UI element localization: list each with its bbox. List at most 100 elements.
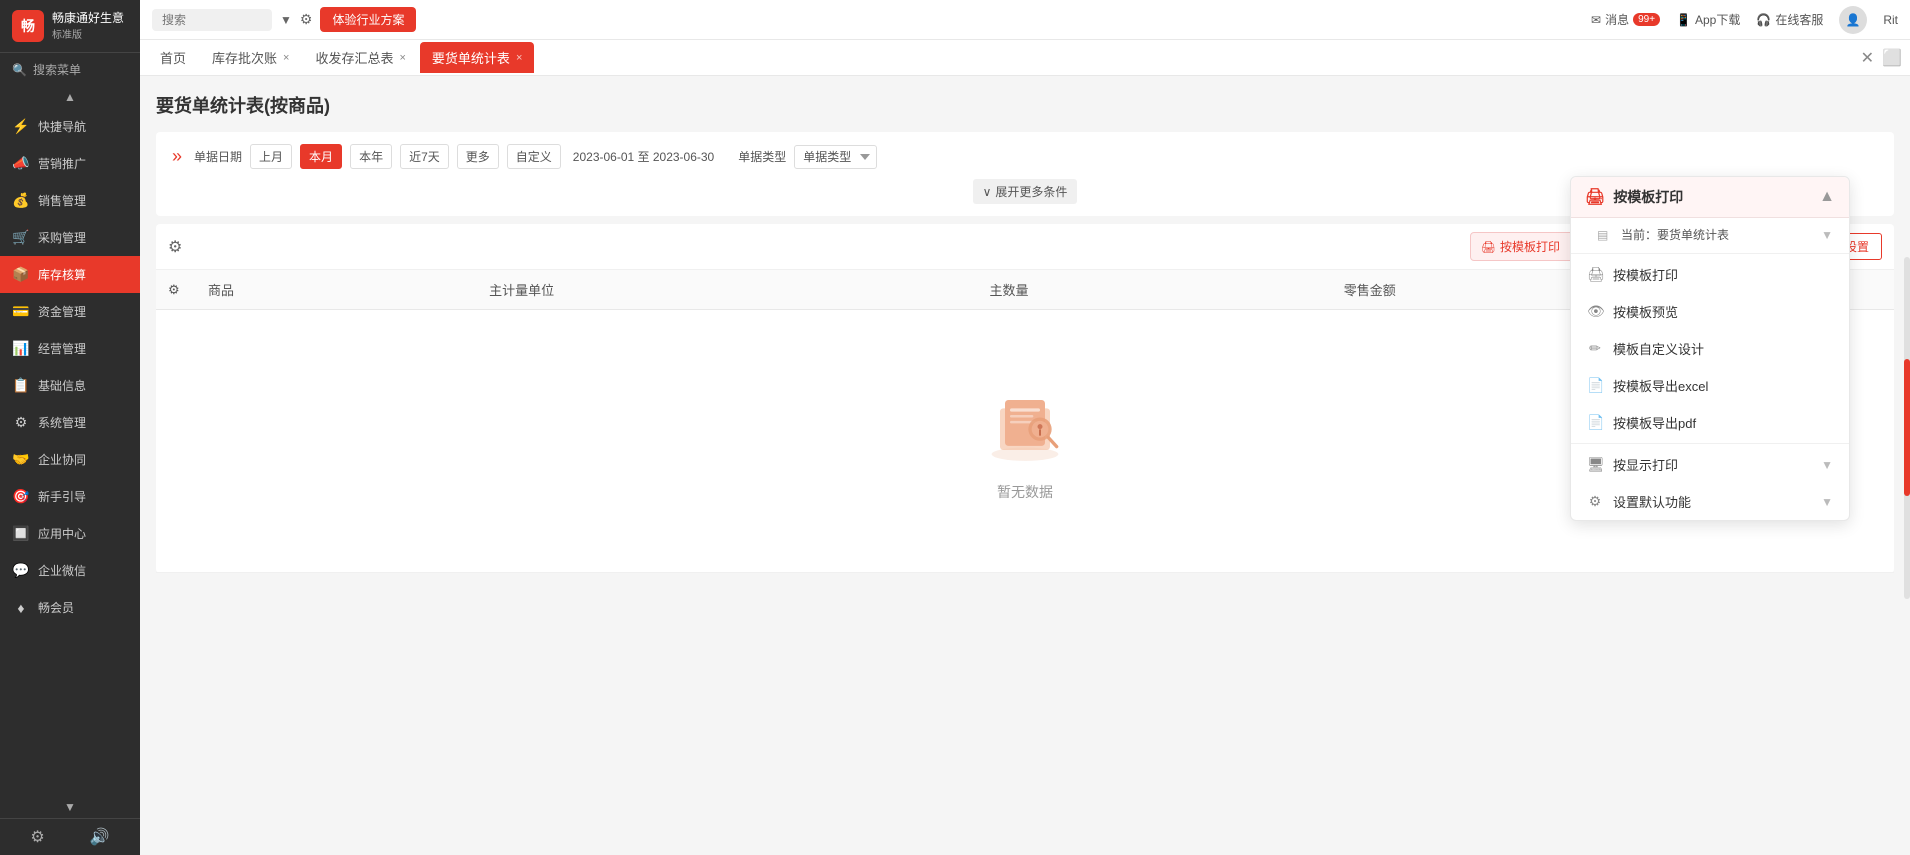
empty-illustration [975, 380, 1075, 470]
username-label[interactable]: Rit [1883, 13, 1898, 27]
message-icon: ✉ [1591, 13, 1601, 27]
app-badge: 标准版 [52, 26, 124, 41]
sidebar-item-zijin[interactable]: 💳 资金管理 [0, 293, 140, 330]
dropdown-print-icon: 🖨 [1585, 187, 1605, 207]
app-name: 畅康通好生意 [52, 11, 124, 27]
nav-icon-weixin: 💬 [12, 562, 30, 579]
sidebar-scroll-up[interactable]: ▲ [0, 86, 140, 108]
dropdown-collapse-arrow[interactable]: ▲ [1819, 188, 1835, 206]
print-dropdown-menu: 🖨 按模板打印 ▲ ▤ 当前：要货单统计表 ▼ 🖨 按模板打印 👁 按模板预览 [1570, 176, 1850, 521]
close-window-icon[interactable]: ✕ [1861, 48, 1874, 68]
sidebar-item-yingxiao[interactable]: 📣 营销推广 [0, 145, 140, 182]
app-download-button[interactable]: 📱 App下载 [1676, 11, 1740, 28]
topbar-dropdown-icon[interactable]: ▼ [280, 13, 292, 27]
logo-icon: 畅 [12, 10, 44, 42]
tab-close-shoufa[interactable]: × [399, 52, 405, 64]
date-btn-last-month[interactable]: 上月 [250, 144, 292, 169]
header-gear-icon[interactable]: ⚙ [168, 282, 180, 297]
tab-kucun[interactable]: 库存批次账 × [200, 42, 301, 73]
sound-footer-icon[interactable]: 🔊 [90, 827, 110, 847]
tab-close-kucun[interactable]: × [283, 52, 289, 64]
nav-icon-xinshou: 🎯 [12, 488, 30, 505]
tab-close-yaohuo[interactable]: × [516, 52, 522, 64]
nav-icon-kuaijie: ⚡ [12, 118, 30, 135]
date-btn-this-year[interactable]: 本年 [350, 144, 392, 169]
dropdown-item-preview[interactable]: 👁 按模板预览 [1571, 293, 1849, 330]
filter-row-1: » 单据日期 上月 本月 本年 近7天 更多 自定义 2023-06-01 至 … [168, 144, 1882, 169]
window-controls: ✕ ⬜ [1861, 48, 1902, 68]
topbar-search-input[interactable] [152, 9, 272, 31]
service-icon: 🎧 [1756, 13, 1771, 27]
sidebar-item-jingying[interactable]: 📊 经营管理 [0, 330, 140, 367]
tab-yaohuo[interactable]: 要货单统计表 × [420, 42, 534, 73]
tab-home[interactable]: 首页 [148, 42, 198, 73]
dropdown-header: 🖨 按模板打印 ▲ [1571, 177, 1849, 218]
th-quantity: 主数量 [978, 270, 1332, 310]
sidebar-item-yingyong[interactable]: 🔲 应用中心 [0, 515, 140, 552]
item-pdf-icon: 📄 [1587, 414, 1603, 431]
nav-icon-yingyong: 🔲 [12, 525, 30, 542]
sidebar-item-qiye[interactable]: 🤝 企业协同 [0, 441, 140, 478]
settings-footer-icon[interactable]: ⚙ [30, 827, 44, 847]
dropdown-item-default-func[interactable]: ⚙ 设置默认功能 ▼ [1571, 483, 1849, 520]
sidebar-search[interactable]: 🔍 搜索菜单 [0, 53, 140, 86]
filter-expand-button[interactable]: » [168, 146, 186, 167]
topbar-gear-icon[interactable]: ⚙ [300, 11, 313, 28]
item-custom-icon: ✏ [1587, 340, 1603, 357]
sidebar-item-xiaoshou[interactable]: 💰 销售管理 [0, 182, 140, 219]
main-content: ▼ ⚙ 体验行业方案 ✉ 消息 99+ 📱 App下载 🎧 在线客服 👤 Rit… [140, 0, 1910, 855]
sidebar-scroll-down[interactable]: ▼ [0, 796, 140, 818]
dropdown-current-template[interactable]: ▤ 当前：要货单统计表 ▼ [1571, 218, 1849, 251]
sidebar-item-xitong[interactable]: ⚙ 系统管理 [0, 404, 140, 441]
sidebar-item-kucun[interactable]: 📦 库存核算 [0, 256, 140, 293]
maximize-window-icon[interactable]: ⬜ [1882, 48, 1902, 68]
sidebar-item-caigou[interactable]: 🛒 采购管理 [0, 219, 140, 256]
th-checkbox: ⚙ [156, 270, 196, 310]
sidebar-footer: ⚙ 🔊 [0, 818, 140, 855]
download-icon: 📱 [1676, 13, 1691, 27]
type-filter-select[interactable]: 单据类型 [794, 145, 877, 169]
dropdown-item-print[interactable]: 🖨 按模板打印 [1571, 256, 1849, 293]
topbar-actions: ✉ 消息 99+ 📱 App下载 🎧 在线客服 👤 Rit [1591, 6, 1898, 34]
sidebar-item-jichu[interactable]: 📋 基础信息 [0, 367, 140, 404]
nav-icon-kucun: 📦 [12, 266, 30, 283]
dropdown-title-area: 🖨 按模板打印 [1585, 187, 1683, 207]
dropdown-item-export-excel[interactable]: 📄 按模板导出excel [1571, 367, 1849, 404]
item-preview-icon: 👁 [1587, 303, 1603, 320]
page-title: 要货单统计表(按商品) [156, 92, 1894, 118]
print-template-button[interactable]: 🖨 按模板打印 [1471, 233, 1570, 260]
date-btn-more[interactable]: 更多 [457, 144, 499, 169]
date-btn-7-days[interactable]: 近7天 [400, 144, 449, 169]
dropdown-item-export-pdf[interactable]: 📄 按模板导出pdf [1571, 404, 1849, 441]
sidebar-item-huiyuan[interactable]: ♦ 畅会员 [0, 589, 140, 626]
expand-more-button[interactable]: ∨ 展开更多条件 [973, 179, 1078, 204]
divider-2 [1571, 443, 1849, 444]
trial-button[interactable]: 体验行业方案 [320, 7, 416, 32]
tab-shoufa[interactable]: 收发存汇总表 × [303, 42, 417, 73]
sidebar-item-xinshou[interactable]: 🎯 新手引导 [0, 478, 140, 515]
print-icon: 🖨 [1481, 240, 1496, 254]
app-logo: 畅 畅康通好生意 标准版 [0, 0, 140, 53]
nav-icon-huiyuan: ♦ [12, 600, 30, 616]
dropdown-item-custom-design[interactable]: ✏ 模板自定义设计 [1571, 330, 1849, 367]
topbar: ▼ ⚙ 体验行业方案 ✉ 消息 99+ 📱 App下载 🎧 在线客服 👤 Rit [140, 0, 1910, 40]
online-service-button[interactable]: 🎧 在线客服 [1756, 11, 1823, 28]
item-display-icon: 🖥 [1587, 456, 1603, 473]
sidebar-item-kuaijie[interactable]: ⚡ 快捷导航 [0, 108, 140, 145]
type-filter-label: 单据类型 [738, 148, 786, 165]
scroll-thumb [1904, 359, 1910, 496]
messages-badge: 99+ [1633, 13, 1660, 26]
user-avatar[interactable]: 👤 [1839, 6, 1867, 34]
nav-icon-yingxiao: 📣 [12, 155, 30, 172]
tab-bar: 首页 库存批次账 × 收发存汇总表 × 要货单统计表 × ✕ ⬜ [140, 40, 1910, 76]
empty-text: 暂无数据 [997, 482, 1053, 502]
table-settings-icon[interactable]: ⚙ [168, 237, 182, 257]
dropdown-item-display-print[interactable]: 🖥 按显示打印 ▼ [1571, 446, 1849, 483]
scroll-indicator[interactable] [1904, 257, 1910, 599]
nav-icon-jichu: 📋 [12, 377, 30, 394]
date-btn-custom[interactable]: 自定义 [507, 144, 561, 169]
date-btn-this-month[interactable]: 本月 [300, 144, 342, 169]
messages-button[interactable]: ✉ 消息 99+ [1591, 11, 1660, 28]
nav-icon-jingying: 📊 [12, 340, 30, 357]
sidebar-item-weixin[interactable]: 💬 企业微信 [0, 552, 140, 589]
